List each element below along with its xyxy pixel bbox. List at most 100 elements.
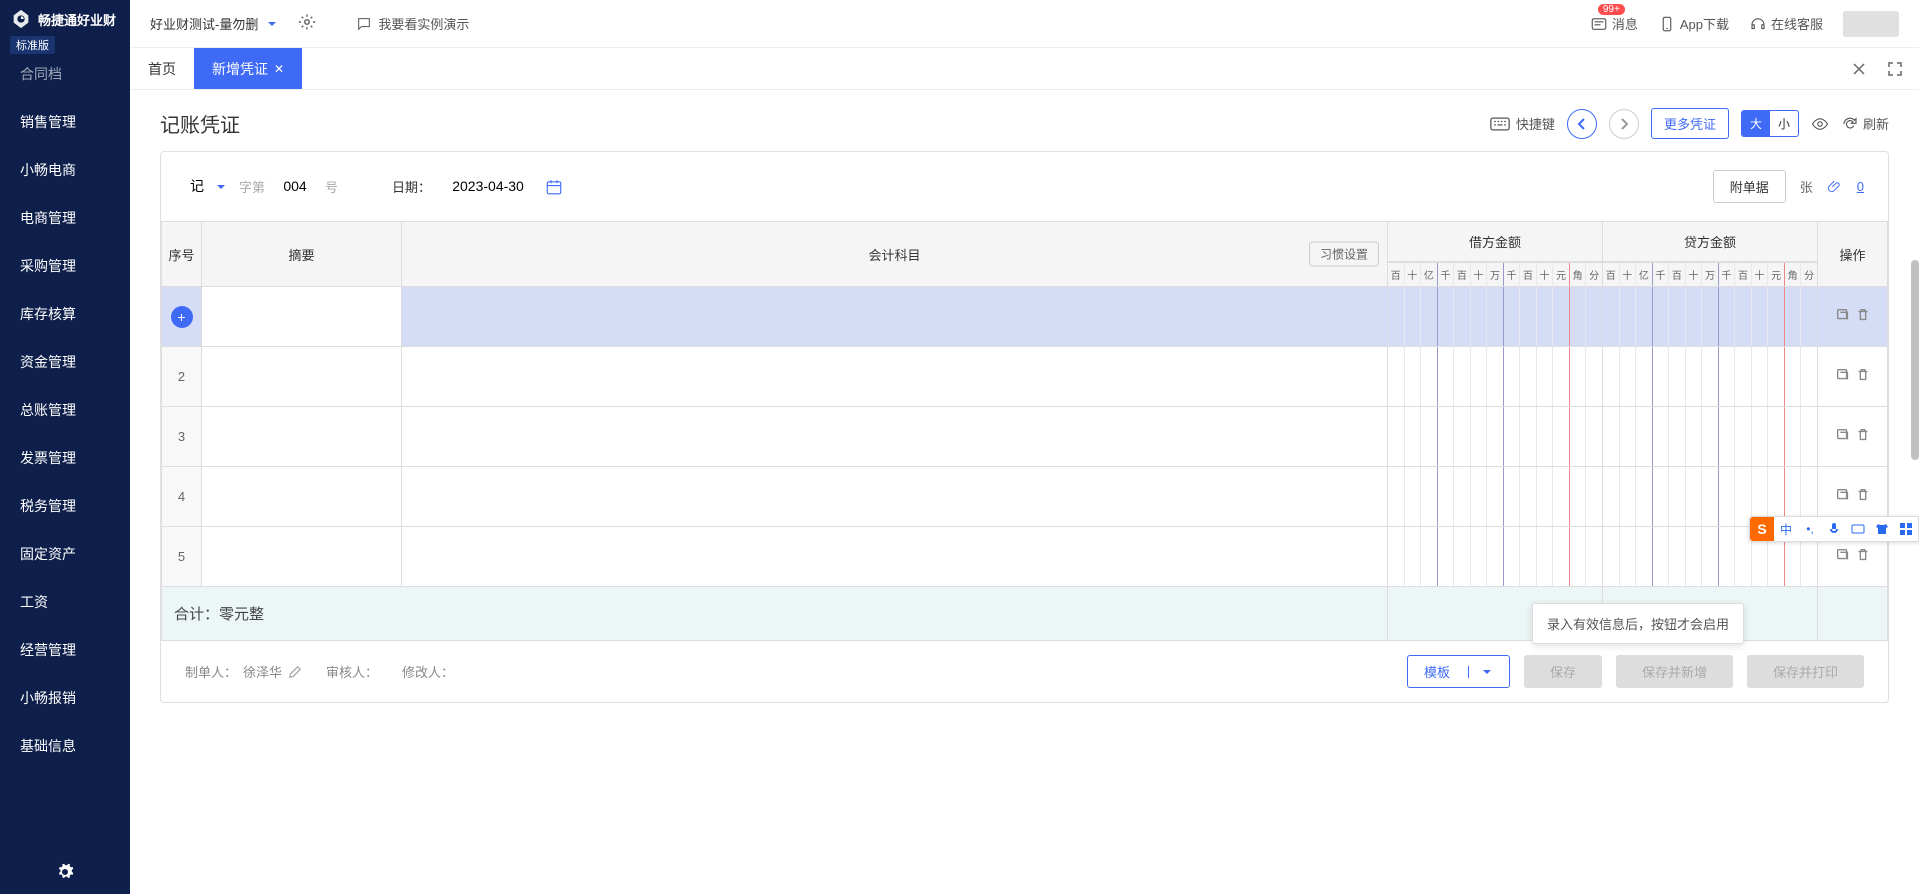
- tab-home[interactable]: 首页: [130, 48, 194, 89]
- calendar-icon[interactable]: [545, 178, 563, 196]
- sidebar-item-funds[interactable]: 资金管理: [0, 338, 130, 386]
- voucher-type-field[interactable]: [185, 176, 227, 197]
- digit-header: 百: [1454, 263, 1471, 286]
- refresh-button[interactable]: 刷新: [1841, 114, 1889, 133]
- topbar: 好业财测试-量勿删 我要看实例演示 99+ 消息 App下载: [130, 0, 1919, 48]
- sidebar-item-assets[interactable]: 固定资产: [0, 530, 130, 578]
- subject-cell[interactable]: [402, 527, 1388, 587]
- sidebar-item-tax[interactable]: 税务管理: [0, 482, 130, 530]
- attach-count[interactable]: 0: [1857, 179, 1864, 194]
- delete-row-icon[interactable]: [1855, 547, 1871, 563]
- size-large-button[interactable]: 大: [1742, 111, 1770, 136]
- debit-cell[interactable]: [1388, 407, 1603, 467]
- habits-button[interactable]: 习惯设置: [1309, 242, 1379, 267]
- sidebar-item-expense[interactable]: 小畅报销: [0, 674, 130, 722]
- subject-cell[interactable]: [402, 347, 1388, 407]
- save-print-button[interactable]: 保存并打印: [1747, 655, 1864, 688]
- copy-row-icon[interactable]: [1835, 547, 1851, 563]
- delete-row-icon[interactable]: [1855, 367, 1871, 383]
- copy-row-icon[interactable]: [1835, 487, 1851, 503]
- tab-new-voucher[interactable]: 新增凭证 ✕: [194, 48, 302, 89]
- subject-cell[interactable]: [402, 287, 1388, 347]
- org-selector[interactable]: 好业财测试-量勿删: [150, 14, 278, 33]
- sidebar-item-business[interactable]: 经营管理: [0, 626, 130, 674]
- debit-cell[interactable]: [1388, 527, 1603, 587]
- credit-cell[interactable]: [1603, 287, 1818, 347]
- summary-cell[interactable]: [202, 467, 402, 527]
- summary-input[interactable]: [206, 291, 397, 339]
- summary-cell[interactable]: [202, 347, 402, 407]
- tab-close-button[interactable]: ✕: [274, 62, 284, 76]
- sidebar-item-ledger[interactable]: 总账管理: [0, 386, 130, 434]
- delete-row-icon[interactable]: [1855, 427, 1871, 443]
- view-toggle-button[interactable]: [1811, 115, 1829, 133]
- credit-cell[interactable]: [1603, 347, 1818, 407]
- auditor-label: 审核人：: [326, 662, 378, 681]
- ime-grid-icon[interactable]: [1894, 517, 1918, 541]
- sidebar-item-sales[interactable]: 销售管理: [0, 98, 130, 146]
- sidebar-item-purchase[interactable]: 采购管理: [0, 242, 130, 290]
- sidebar-item-xcecom[interactable]: 小畅电商: [0, 146, 130, 194]
- voucher-type-input[interactable]: [185, 176, 209, 197]
- save-new-button[interactable]: 保存并新增: [1616, 655, 1733, 688]
- template-button[interactable]: 模板: [1407, 655, 1510, 688]
- delete-row-icon[interactable]: [1855, 487, 1871, 503]
- brand-icon: [10, 8, 32, 30]
- summary-cell[interactable]: [202, 407, 402, 467]
- scrollbar[interactable]: [1911, 260, 1919, 460]
- credit-cell[interactable]: [1603, 407, 1818, 467]
- prev-voucher-button[interactable]: [1567, 109, 1597, 139]
- col-credit-header: 贷方金额: [1603, 222, 1817, 262]
- ime-lang[interactable]: 中: [1774, 517, 1798, 541]
- subject-cell[interactable]: [402, 467, 1388, 527]
- ime-toolbar[interactable]: S 中 •,: [1749, 516, 1919, 542]
- close-tab-button[interactable]: [1845, 55, 1873, 83]
- ime-shirt-icon[interactable]: [1870, 517, 1894, 541]
- debit-cell[interactable]: [1388, 347, 1603, 407]
- demo-link[interactable]: 我要看实例演示: [356, 14, 469, 33]
- more-vouchers-button[interactable]: 更多凭证: [1651, 108, 1729, 139]
- tabstrip: 首页 新增凭证 ✕: [130, 48, 1919, 90]
- debit-cell[interactable]: [1388, 467, 1603, 527]
- delete-row-icon[interactable]: [1855, 307, 1871, 323]
- size-small-button[interactable]: 小: [1770, 111, 1798, 136]
- subject-cell[interactable]: [402, 407, 1388, 467]
- summary-cell[interactable]: [202, 527, 402, 587]
- ime-mic-icon[interactable]: [1822, 517, 1846, 541]
- edit-icon[interactable]: [288, 665, 302, 679]
- summary-cell[interactable]: [202, 287, 402, 347]
- copy-row-icon[interactable]: [1835, 367, 1851, 383]
- support-button[interactable]: 在线客服: [1749, 14, 1823, 33]
- digit-header: 角: [1570, 263, 1587, 286]
- ime-punct-icon[interactable]: •,: [1798, 517, 1822, 541]
- maker-field: 制单人： 徐泽华: [185, 662, 302, 681]
- fullscreen-button[interactable]: [1881, 55, 1909, 83]
- arrow-left-icon: [1575, 117, 1589, 131]
- app-download-button[interactable]: App下载: [1658, 14, 1729, 33]
- sidebar-settings[interactable]: [0, 853, 130, 894]
- sidebar-item-basic[interactable]: 基础信息: [0, 722, 130, 770]
- attach-button[interactable]: 附单据: [1713, 170, 1786, 203]
- user-avatar[interactable]: [1843, 11, 1899, 37]
- sidebar-item-inventory[interactable]: 库存核算: [0, 290, 130, 338]
- sidebar-item-ecom[interactable]: 电商管理: [0, 194, 130, 242]
- copy-row-icon[interactable]: [1835, 307, 1851, 323]
- seq-cell: +: [162, 287, 202, 347]
- add-row-button[interactable]: +: [171, 306, 193, 328]
- next-voucher-button[interactable]: [1609, 109, 1639, 139]
- page-header-actions: 快捷键 更多凭证 大 小 刷新: [1490, 108, 1889, 139]
- copy-row-icon[interactable]: [1835, 427, 1851, 443]
- ime-keyboard-icon[interactable]: [1846, 517, 1870, 541]
- digit-header: 十: [1537, 263, 1554, 286]
- shortcut-button[interactable]: 快捷键: [1490, 114, 1555, 133]
- date-input[interactable]: [443, 176, 533, 197]
- save-button[interactable]: 保存: [1524, 655, 1602, 688]
- org-settings-button[interactable]: [298, 13, 316, 34]
- messages-button[interactable]: 99+ 消息: [1590, 14, 1638, 33]
- debit-cell[interactable]: [1388, 287, 1603, 347]
- voucher-meta: 字第 号 日期： 附单据 张 0: [161, 152, 1888, 221]
- sidebar-item-salary[interactable]: 工资: [0, 578, 130, 626]
- sidebar-item-invoice[interactable]: 发票管理: [0, 434, 130, 482]
- sidebar-item-partial[interactable]: 合同档: [0, 60, 130, 98]
- voucher-number-input[interactable]: [277, 176, 313, 197]
